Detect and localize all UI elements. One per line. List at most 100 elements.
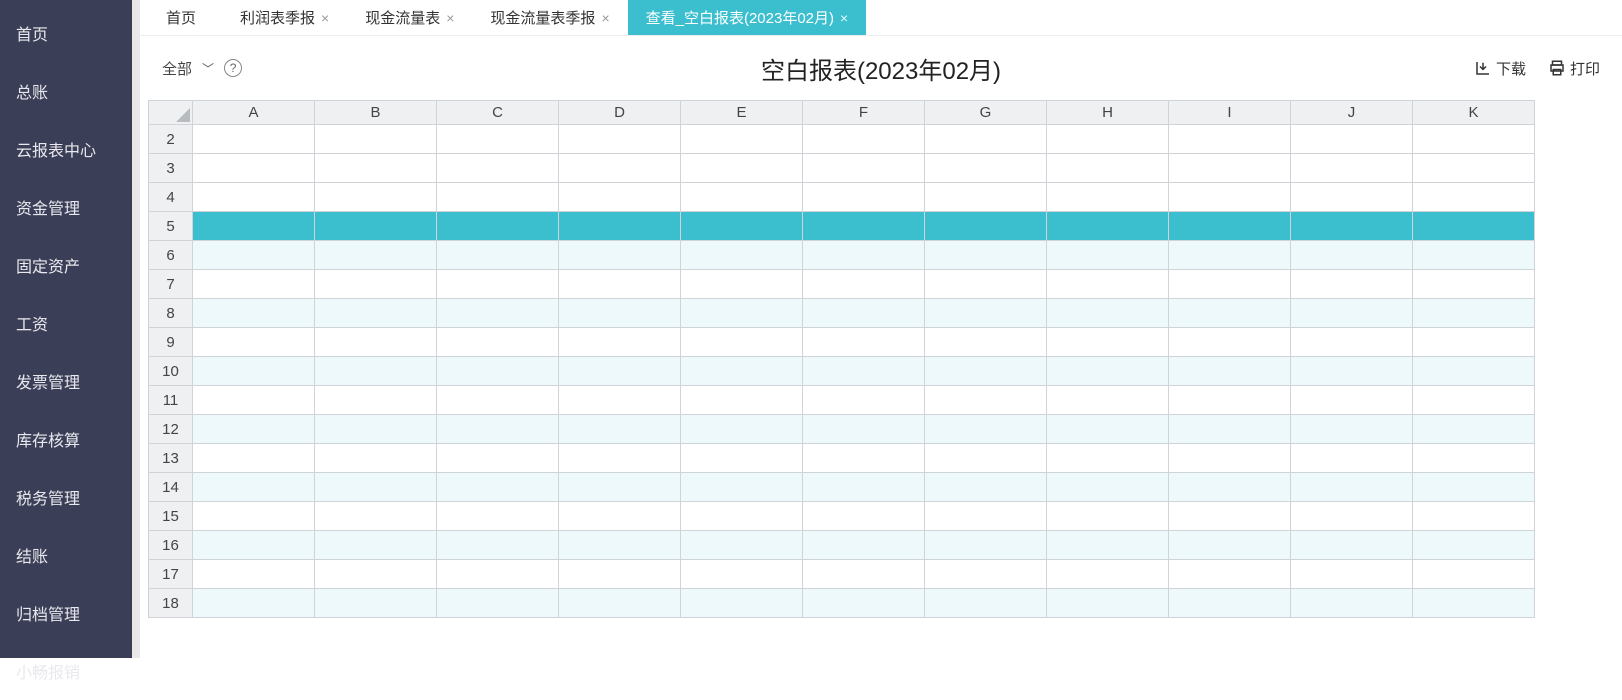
col-header-I[interactable]: I — [1169, 101, 1291, 125]
cell-F10[interactable] — [803, 357, 925, 386]
cell-K4[interactable] — [1413, 183, 1535, 212]
cell-D15[interactable] — [559, 502, 681, 531]
row-header-18[interactable]: 18 — [149, 589, 193, 618]
cell-J7[interactable] — [1291, 270, 1413, 299]
cell-H15[interactable] — [1047, 502, 1169, 531]
cell-I7[interactable] — [1169, 270, 1291, 299]
cell-C17[interactable] — [437, 560, 559, 589]
cell-F12[interactable] — [803, 415, 925, 444]
row-header-17[interactable]: 17 — [149, 560, 193, 589]
cell-B18[interactable] — [315, 589, 437, 618]
cell-I15[interactable] — [1169, 502, 1291, 531]
cell-C2[interactable] — [437, 125, 559, 154]
cell-K6[interactable] — [1413, 241, 1535, 270]
cell-F16[interactable] — [803, 531, 925, 560]
cell-K15[interactable] — [1413, 502, 1535, 531]
cell-C10[interactable] — [437, 357, 559, 386]
cell-A8[interactable] — [193, 299, 315, 328]
sidebar-item-11[interactable]: 小畅报销 — [0, 642, 132, 700]
cell-I6[interactable] — [1169, 241, 1291, 270]
cell-D18[interactable] — [559, 589, 681, 618]
cell-B12[interactable] — [315, 415, 437, 444]
tab-2[interactable]: 现金流量表× — [347, 0, 472, 35]
cell-B15[interactable] — [315, 502, 437, 531]
row-header-4[interactable]: 4 — [149, 183, 193, 212]
cell-G7[interactable] — [925, 270, 1047, 299]
col-header-F[interactable]: F — [803, 101, 925, 125]
cell-K12[interactable] — [1413, 415, 1535, 444]
cell-H7[interactable] — [1047, 270, 1169, 299]
sidebar-item-9[interactable]: 结账 — [0, 526, 132, 584]
cell-A9[interactable] — [193, 328, 315, 357]
cell-A12[interactable] — [193, 415, 315, 444]
cell-D3[interactable] — [559, 154, 681, 183]
cell-A16[interactable] — [193, 531, 315, 560]
cell-E17[interactable] — [681, 560, 803, 589]
col-header-C[interactable]: C — [437, 101, 559, 125]
cell-A17[interactable] — [193, 560, 315, 589]
cell-I18[interactable] — [1169, 589, 1291, 618]
cell-H11[interactable] — [1047, 386, 1169, 415]
cell-K14[interactable] — [1413, 473, 1535, 502]
row-header-13[interactable]: 13 — [149, 444, 193, 473]
cell-J8[interactable] — [1291, 299, 1413, 328]
cell-D17[interactable] — [559, 560, 681, 589]
cell-C8[interactable] — [437, 299, 559, 328]
sidebar-item-5[interactable]: 工资 — [0, 294, 132, 352]
cell-G2[interactable] — [925, 125, 1047, 154]
filter-dropdown[interactable]: 全部 ﹀ ? — [162, 58, 242, 79]
cell-H10[interactable] — [1047, 357, 1169, 386]
sidebar-item-8[interactable]: 税务管理 — [0, 468, 132, 526]
cell-K18[interactable] — [1413, 589, 1535, 618]
print-button[interactable]: 打印 — [1548, 58, 1600, 79]
cell-E12[interactable] — [681, 415, 803, 444]
cell-D12[interactable] — [559, 415, 681, 444]
cell-K10[interactable] — [1413, 357, 1535, 386]
cell-K2[interactable] — [1413, 125, 1535, 154]
cell-E5[interactable] — [681, 212, 803, 241]
sidebar-item-2[interactable]: 云报表中心 — [0, 120, 132, 178]
row-header-6[interactable]: 6 — [149, 241, 193, 270]
cell-A11[interactable] — [193, 386, 315, 415]
cell-G11[interactable] — [925, 386, 1047, 415]
tab-0[interactable]: 首页 — [140, 0, 222, 35]
cell-G3[interactable] — [925, 154, 1047, 183]
cell-I12[interactable] — [1169, 415, 1291, 444]
cell-J10[interactable] — [1291, 357, 1413, 386]
row-header-16[interactable]: 16 — [149, 531, 193, 560]
cell-H17[interactable] — [1047, 560, 1169, 589]
cell-H8[interactable] — [1047, 299, 1169, 328]
cell-J9[interactable] — [1291, 328, 1413, 357]
cell-H9[interactable] — [1047, 328, 1169, 357]
close-icon[interactable]: × — [446, 10, 454, 26]
cell-K17[interactable] — [1413, 560, 1535, 589]
cell-G15[interactable] — [925, 502, 1047, 531]
cell-A7[interactable] — [193, 270, 315, 299]
spreadsheet[interactable]: ABCDEFGHIJK23456789101112131415161718 — [140, 100, 1622, 658]
cell-D2[interactable] — [559, 125, 681, 154]
cell-C3[interactable] — [437, 154, 559, 183]
row-header-9[interactable]: 9 — [149, 328, 193, 357]
cell-F3[interactable] — [803, 154, 925, 183]
close-icon[interactable]: × — [601, 10, 609, 26]
cell-B3[interactable] — [315, 154, 437, 183]
cell-F11[interactable] — [803, 386, 925, 415]
cell-B9[interactable] — [315, 328, 437, 357]
cell-F4[interactable] — [803, 183, 925, 212]
cell-B4[interactable] — [315, 183, 437, 212]
cell-H14[interactable] — [1047, 473, 1169, 502]
row-header-8[interactable]: 8 — [149, 299, 193, 328]
cell-I4[interactable] — [1169, 183, 1291, 212]
cell-I14[interactable] — [1169, 473, 1291, 502]
cell-E13[interactable] — [681, 444, 803, 473]
cell-E6[interactable] — [681, 241, 803, 270]
cell-K9[interactable] — [1413, 328, 1535, 357]
cell-D9[interactable] — [559, 328, 681, 357]
cell-G5[interactable] — [925, 212, 1047, 241]
cell-A13[interactable] — [193, 444, 315, 473]
cell-B10[interactable] — [315, 357, 437, 386]
cell-E14[interactable] — [681, 473, 803, 502]
col-header-E[interactable]: E — [681, 101, 803, 125]
cell-E2[interactable] — [681, 125, 803, 154]
cell-J12[interactable] — [1291, 415, 1413, 444]
